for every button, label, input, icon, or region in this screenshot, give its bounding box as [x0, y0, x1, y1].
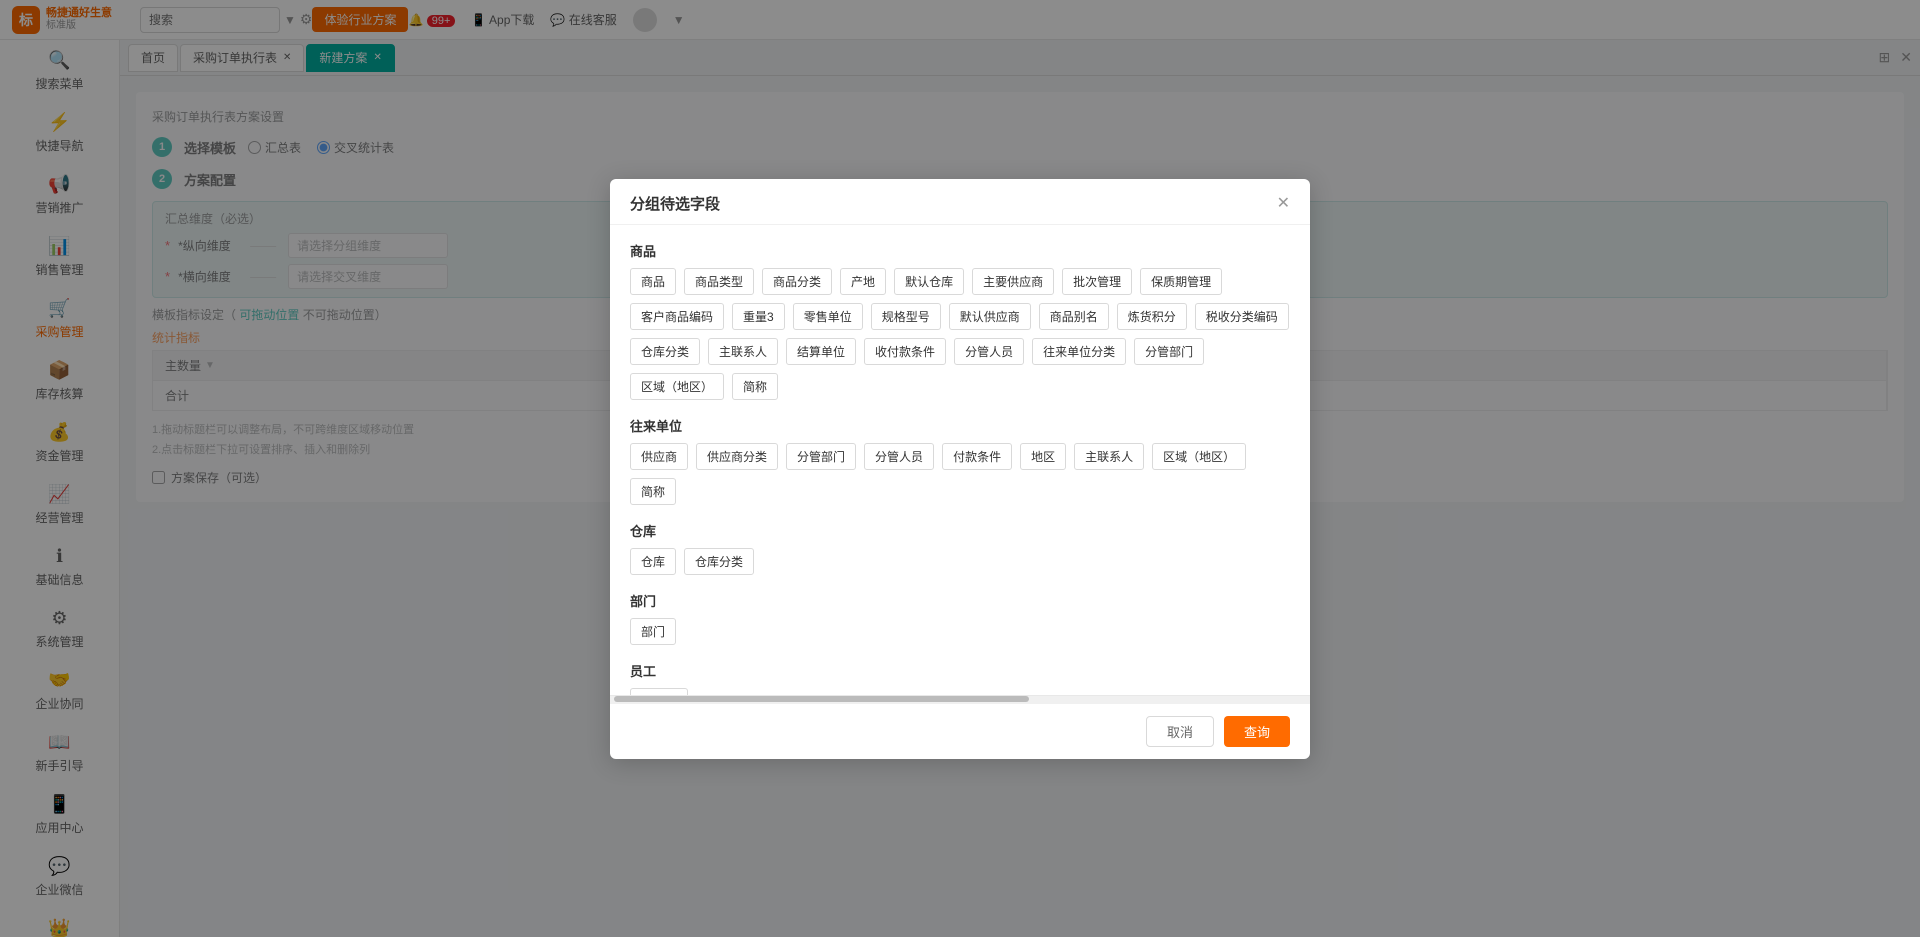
section-department-title: 部门 — [630, 591, 1290, 610]
modal-header: 分组待选字段 ✕ — [610, 179, 1310, 225]
tag-goods-23[interactable]: 区域（地区） — [630, 373, 724, 400]
modal-footer: 取消 查询 — [610, 703, 1310, 759]
tag-goods-14[interactable]: 炼货积分 — [1117, 303, 1187, 330]
section-department-tags: 部门 — [630, 618, 1290, 645]
section-partner: 往来单位 供应商 供应商分类 分管部门 分管人员 付款条件 地区 主联系人 区域… — [630, 416, 1290, 505]
tag-partner-0[interactable]: 供应商 — [630, 443, 688, 470]
cancel-button[interactable]: 取消 — [1146, 716, 1214, 747]
tag-warehouse-0[interactable]: 仓库 — [630, 548, 676, 575]
tag-partner-1[interactable]: 供应商分类 — [696, 443, 778, 470]
tag-goods-18[interactable]: 结算单位 — [786, 338, 856, 365]
tag-goods-6[interactable]: 批次管理 — [1062, 268, 1132, 295]
tag-goods-3[interactable]: 产地 — [840, 268, 886, 295]
tag-partner-7[interactable]: 区域（地区） — [1152, 443, 1246, 470]
tag-goods-0[interactable]: 商品 — [630, 268, 676, 295]
tag-goods-19[interactable]: 收付款条件 — [864, 338, 946, 365]
section-goods: 商品 商品 商品类型 商品分类 产地 默认仓库 主要供应商 批次管理 保质期管理… — [630, 241, 1290, 400]
modal-close-button[interactable]: ✕ — [1277, 193, 1290, 213]
tag-goods-12[interactable]: 默认供应商 — [949, 303, 1031, 330]
confirm-button[interactable]: 查询 — [1224, 716, 1290, 747]
modal-hscroll[interactable] — [610, 695, 1310, 703]
modal-overlay: 分组待选字段 ✕ 商品 商品 商品类型 商品分类 产地 默认仓库 主要供应商 批… — [0, 0, 1920, 937]
section-goods-tags: 商品 商品类型 商品分类 产地 默认仓库 主要供应商 批次管理 保质期管理 客户… — [630, 268, 1290, 400]
tag-partner-4[interactable]: 付款条件 — [942, 443, 1012, 470]
section-employee-tags: 业务员 — [630, 688, 1290, 695]
tag-warehouse-1[interactable]: 仓库分类 — [684, 548, 754, 575]
modal-body: 商品 商品 商品类型 商品分类 产地 默认仓库 主要供应商 批次管理 保质期管理… — [610, 225, 1310, 695]
section-warehouse-tags: 仓库 仓库分类 — [630, 548, 1290, 575]
tag-department-0[interactable]: 部门 — [630, 618, 676, 645]
section-partner-title: 往来单位 — [630, 416, 1290, 435]
section-warehouse: 仓库 仓库 仓库分类 — [630, 521, 1290, 575]
tag-partner-5[interactable]: 地区 — [1020, 443, 1066, 470]
tag-goods-17[interactable]: 主联系人 — [708, 338, 778, 365]
tag-goods-15[interactable]: 税收分类编码 — [1195, 303, 1289, 330]
section-warehouse-title: 仓库 — [630, 521, 1290, 540]
section-employee-title: 员工 — [630, 661, 1290, 680]
tag-goods-16[interactable]: 仓库分类 — [630, 338, 700, 365]
tag-goods-13[interactable]: 商品别名 — [1039, 303, 1109, 330]
tag-goods-2[interactable]: 商品分类 — [762, 268, 832, 295]
tag-goods-21[interactable]: 往来单位分类 — [1032, 338, 1126, 365]
section-goods-title: 商品 — [630, 241, 1290, 260]
tag-goods-7[interactable]: 保质期管理 — [1140, 268, 1222, 295]
tag-partner-6[interactable]: 主联系人 — [1074, 443, 1144, 470]
tag-partner-2[interactable]: 分管部门 — [786, 443, 856, 470]
tag-partner-3[interactable]: 分管人员 — [864, 443, 934, 470]
tag-goods-24[interactable]: 简称 — [732, 373, 778, 400]
section-partner-tags: 供应商 供应商分类 分管部门 分管人员 付款条件 地区 主联系人 区域（地区） … — [630, 443, 1290, 505]
tag-goods-22[interactable]: 分管部门 — [1134, 338, 1204, 365]
tag-goods-20[interactable]: 分管人员 — [954, 338, 1024, 365]
hscroll-thumb[interactable] — [614, 696, 1029, 702]
section-employee: 员工 业务员 — [630, 661, 1290, 695]
tag-partner-8[interactable]: 简称 — [630, 478, 676, 505]
tag-goods-5[interactable]: 主要供应商 — [972, 268, 1054, 295]
tag-goods-10[interactable]: 零售单位 — [793, 303, 863, 330]
tag-goods-9[interactable]: 重量3 — [732, 303, 785, 330]
tag-goods-11[interactable]: 规格型号 — [871, 303, 941, 330]
tag-employee-0[interactable]: 业务员 — [630, 688, 688, 695]
tag-goods-8[interactable]: 客户商品编码 — [630, 303, 724, 330]
tag-goods-1[interactable]: 商品类型 — [684, 268, 754, 295]
field-select-modal: 分组待选字段 ✕ 商品 商品 商品类型 商品分类 产地 默认仓库 主要供应商 批… — [610, 179, 1310, 759]
modal-title: 分组待选字段 — [630, 193, 720, 214]
tag-goods-4[interactable]: 默认仓库 — [894, 268, 964, 295]
section-department: 部门 部门 — [630, 591, 1290, 645]
